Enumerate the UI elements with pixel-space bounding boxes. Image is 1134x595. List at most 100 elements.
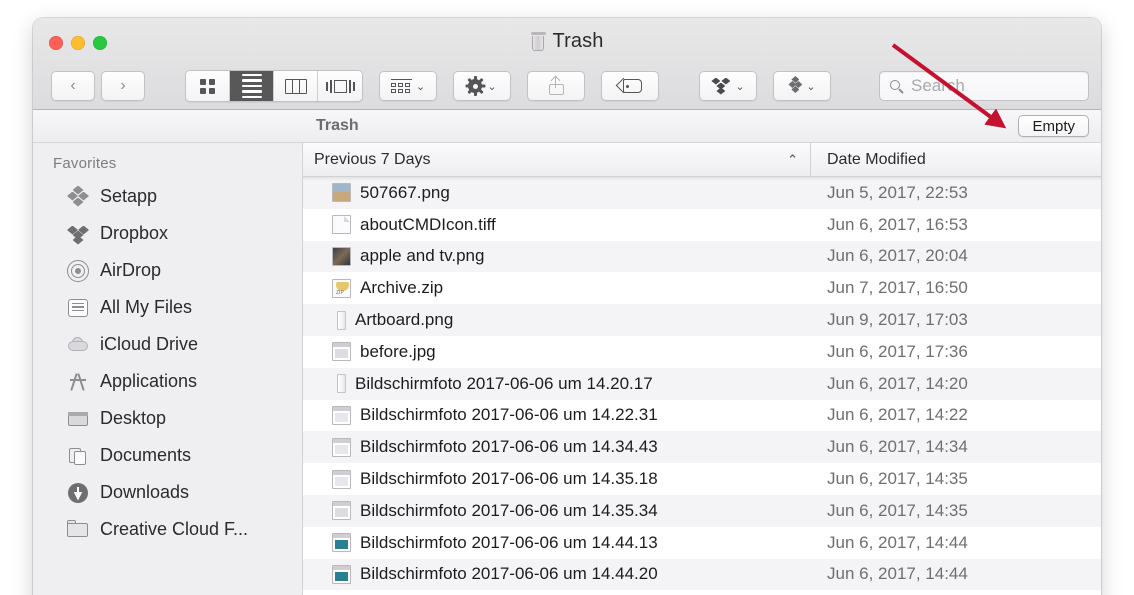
screenshot-file-icon: [332, 564, 351, 584]
sidebar-item-label: Desktop: [100, 408, 167, 428]
documents-icon: [67, 445, 89, 467]
chevron-down-icon: ⌄: [735, 80, 745, 93]
file-name-label: 507667.png: [360, 182, 450, 202]
sidebar-item-desktop[interactable]: Desktop: [33, 400, 302, 437]
sidebar-item-setapp[interactable]: Setapp: [33, 178, 302, 215]
dropbox-toolbar-button[interactable]: ⌄: [699, 71, 757, 101]
column-header-name[interactable]: Previous 7 Days ⌃: [303, 143, 811, 176]
table-row[interactable]: ZIP Archive.zip Jun 7, 2017, 16:50: [303, 272, 1101, 305]
back-button[interactable]: ‹: [51, 71, 95, 101]
column-view-button[interactable]: [274, 71, 318, 101]
setapp-icon: [788, 76, 803, 96]
forward-button[interactable]: ›: [101, 71, 145, 101]
finder-window: Trash ‹ › ⌄ ⌄ ⌄ ⌄ Search Trash Empty Fav…: [33, 18, 1101, 595]
desktop-icon: [67, 408, 89, 430]
list-icon: [241, 73, 262, 99]
file-rows: 507667.png Jun 5, 2017, 22:53 aboutCMDIc…: [303, 177, 1101, 591]
view-mode-segmented-control: [185, 70, 363, 102]
arrange-button[interactable]: ⌄: [379, 71, 437, 101]
file-date-label: Jun 6, 2017, 16:53: [827, 214, 968, 234]
file-date-label: Jun 9, 2017, 17:03: [827, 310, 968, 330]
table-row[interactable]: Bildschirmfoto 2017-06-06 um 14.44.13 Ju…: [303, 526, 1101, 559]
sidebar-item-label: Applications: [100, 371, 198, 391]
file-name-label: Archive.zip: [360, 278, 444, 298]
file-name-label: aboutCMDIcon.tiff: [360, 214, 496, 234]
table-row[interactable]: Bildschirmfoto 2017-06-06 um 14.34.43 Ju…: [303, 431, 1101, 464]
file-name-label: Bildschirmfoto 2017-06-06 um 14.44.20: [360, 564, 658, 584]
chevron-down-icon: ⌄: [487, 80, 497, 93]
file-name-cell: Bildschirmfoto 2017-06-06 um 14.34.43: [303, 437, 811, 457]
sidebar-item-downloads[interactable]: Downloads: [33, 474, 302, 511]
sidebar-item-label: AirDrop: [100, 260, 162, 280]
sort-ascending-icon: ⌃: [787, 151, 798, 167]
search-field[interactable]: Search: [879, 71, 1089, 101]
screenshot-file-icon: [332, 405, 351, 425]
sidebar-item-label: Downloads: [100, 482, 190, 502]
scroll-shadow: [303, 177, 1101, 181]
file-name-cell: before.jpg: [303, 342, 811, 362]
file-name-label: Artboard.png: [355, 310, 454, 330]
sidebar-item-all-my-files[interactable]: All My Files: [33, 289, 302, 326]
search-placeholder: Search: [911, 76, 965, 95]
file-date-label: Jun 5, 2017, 22:53: [827, 182, 968, 202]
sidebar-item-airdrop[interactable]: AirDrop: [33, 252, 302, 289]
coverflow-view-button[interactable]: [318, 71, 362, 101]
share-button[interactable]: [527, 71, 585, 101]
file-date-label: Jun 6, 2017, 14:44: [827, 564, 968, 584]
all-my-files-icon: [67, 297, 89, 319]
sidebar-item-applications[interactable]: Applications: [33, 363, 302, 400]
sidebar-item-icloud-drive[interactable]: iCloud Drive: [33, 326, 302, 363]
columns-icon: [284, 78, 307, 94]
file-name-cell: Bildschirmfoto 2017-06-06 um 14.22.31: [303, 405, 811, 425]
action-menu-button[interactable]: ⌄: [453, 71, 511, 101]
navigation-buttons: ‹ ›: [51, 71, 145, 101]
sidebar-item-dropbox[interactable]: Dropbox: [33, 215, 302, 252]
gear-icon: [465, 76, 486, 96]
sidebar-item-label: iCloud Drive: [100, 334, 199, 354]
sidebar-item-creative-cloud-files[interactable]: Creative Cloud F...: [33, 511, 302, 548]
icon-view-button[interactable]: [186, 71, 230, 101]
path-bar-label: Trash: [316, 117, 359, 134]
setapp-toolbar-button[interactable]: ⌄: [773, 71, 831, 101]
downloads-icon: [67, 482, 89, 504]
table-row[interactable]: apple and tv.png Jun 6, 2017, 20:04: [303, 240, 1101, 273]
icloud-icon: [67, 334, 89, 356]
file-date-label: Jun 6, 2017, 14:34: [827, 437, 968, 457]
table-row[interactable]: before.jpg Jun 6, 2017, 17:36: [303, 335, 1101, 368]
toolbar: ‹ › ⌄ ⌄ ⌄ ⌄ Search: [33, 62, 1101, 110]
screenshot-file-icon: [332, 501, 351, 521]
screenshot-file-icon: [332, 342, 351, 362]
table-row[interactable]: Bildschirmfoto 2017-06-06 um 14.44.20 Ju…: [303, 558, 1101, 591]
file-name-cell: Bildschirmfoto 2017-06-06 um 14.44.13: [303, 533, 811, 553]
tags-button[interactable]: [601, 71, 659, 101]
table-row[interactable]: Bildschirmfoto 2017-06-06 um 14.22.31 Ju…: [303, 399, 1101, 432]
grid-icon: [200, 78, 215, 94]
sidebar-item-documents[interactable]: Documents: [33, 437, 302, 474]
image-file-icon: [332, 183, 351, 203]
table-row[interactable]: Bildschirmfoto 2017-06-06 um 14.35.18 Ju…: [303, 463, 1101, 495]
file-name-label: Bildschirmfoto 2017-06-06 um 14.20.17: [355, 373, 653, 393]
sidebar-item-label: Documents: [100, 445, 192, 465]
table-row[interactable]: Artboard.png Jun 9, 2017, 17:03: [303, 304, 1101, 336]
sidebar-section-favorites: Favorites: [53, 155, 117, 172]
file-name-label: Bildschirmfoto 2017-06-06 um 14.34.43: [360, 437, 658, 457]
file-name-label: Bildschirmfoto 2017-06-06 um 14.35.18: [360, 469, 658, 489]
file-name-cell: aboutCMDIcon.tiff: [303, 215, 811, 235]
file-name-cell: 507667.png: [303, 183, 811, 203]
table-row[interactable]: aboutCMDIcon.tiff Jun 6, 2017, 16:53: [303, 208, 1101, 241]
share-icon: [548, 75, 564, 95]
table-row[interactable]: 507667.png Jun 5, 2017, 22:53: [303, 177, 1101, 209]
document-file-icon: [332, 215, 351, 235]
empty-trash-button[interactable]: Empty: [1018, 115, 1089, 137]
screenshot-file-icon: [332, 437, 351, 457]
file-name-cell: Bildschirmfoto 2017-06-06 um 14.35.34: [303, 501, 811, 521]
column-header-date-modified[interactable]: Date Modified: [811, 143, 1101, 176]
sidebar: Favorites Setapp Dropbox AirDrop All My …: [33, 143, 303, 595]
file-name-cell: Bildschirmfoto 2017-06-06 um 14.20.17: [303, 374, 811, 394]
file-name-cell: Bildschirmfoto 2017-06-06 um 14.44.20: [303, 564, 811, 584]
list-view-button[interactable]: [230, 71, 274, 101]
table-row[interactable]: Bildschirmfoto 2017-06-06 um 14.20.17 Ju…: [303, 367, 1101, 400]
file-name-cell: Artboard.png: [303, 310, 811, 330]
file-date-label: Jun 6, 2017, 14:22: [827, 405, 968, 425]
table-row[interactable]: Bildschirmfoto 2017-06-06 um 14.35.34 Ju…: [303, 494, 1101, 527]
